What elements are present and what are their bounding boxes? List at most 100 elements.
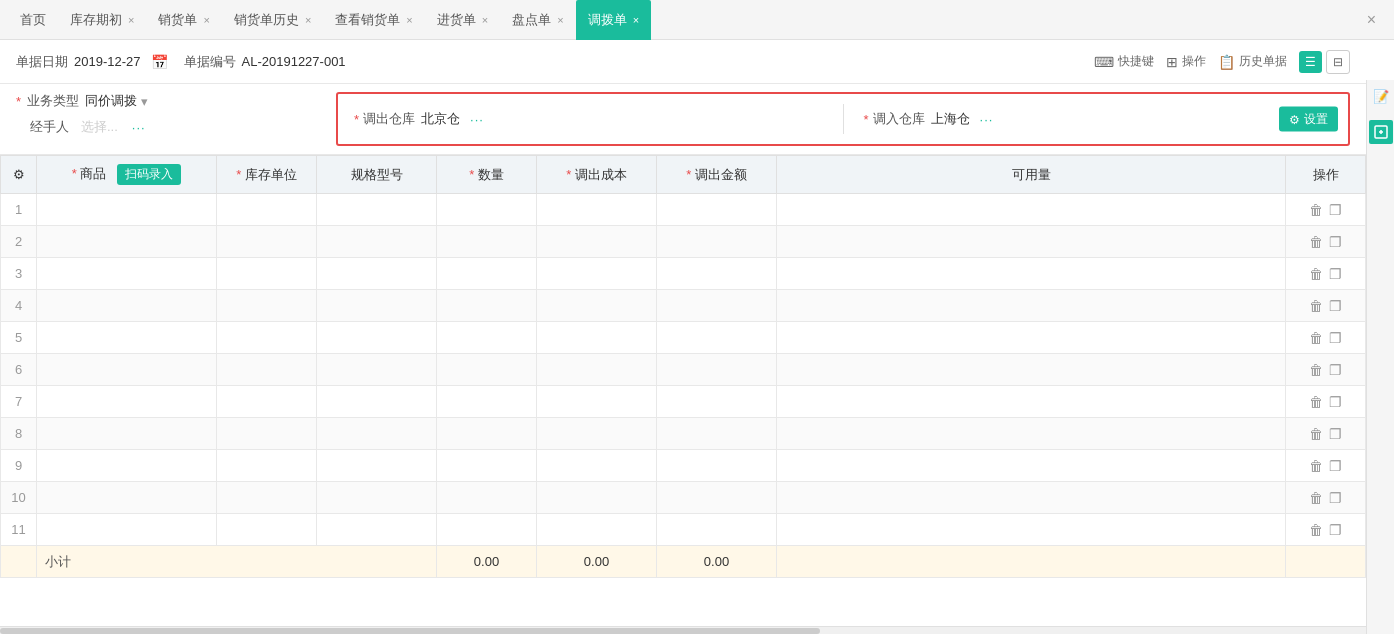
product-cell[interactable] — [37, 514, 217, 546]
product-cell[interactable] — [37, 386, 217, 418]
business-type-select[interactable]: 同价调拨 ▾ — [85, 92, 245, 110]
business-type-dropdown-icon[interactable]: ▾ — [141, 94, 148, 109]
delete-icon[interactable]: 🗑 — [1309, 458, 1323, 474]
delete-icon[interactable]: 🗑 — [1309, 362, 1323, 378]
horizontal-scrollbar[interactable] — [0, 626, 1366, 634]
form-setting-btn[interactable]: ⚙ 设置 — [1279, 107, 1338, 132]
tab-view-sales-close[interactable]: × — [406, 14, 412, 26]
grid-view-btn[interactable]: ⊟ — [1326, 50, 1350, 74]
tab-purchase-order[interactable]: 进货单 × — [425, 0, 500, 40]
spec-cell[interactable] — [317, 482, 437, 514]
amount-cell[interactable] — [657, 226, 777, 258]
spec-cell[interactable] — [317, 226, 437, 258]
cost-cell[interactable] — [537, 258, 657, 290]
copy-icon[interactable]: ❐ — [1329, 330, 1342, 346]
spec-cell[interactable] — [317, 258, 437, 290]
cost-cell[interactable] — [537, 354, 657, 386]
copy-icon[interactable]: ❐ — [1329, 490, 1342, 506]
copy-icon[interactable]: ❐ — [1329, 266, 1342, 282]
cost-cell[interactable] — [537, 322, 657, 354]
unit-cell[interactable] — [217, 514, 317, 546]
quantity-cell[interactable] — [437, 514, 537, 546]
spec-cell[interactable] — [317, 354, 437, 386]
product-cell[interactable] — [37, 322, 217, 354]
quantity-cell[interactable] — [437, 354, 537, 386]
spec-cell[interactable] — [317, 194, 437, 226]
amount-cell[interactable] — [657, 258, 777, 290]
history-btn[interactable]: 📋 历史单据 — [1218, 53, 1287, 70]
tab-transfer-close[interactable]: × — [633, 14, 639, 26]
quantity-cell[interactable] — [437, 258, 537, 290]
copy-icon[interactable]: ❐ — [1329, 202, 1342, 218]
tab-sales-order[interactable]: 销货单 × — [146, 0, 221, 40]
product-cell[interactable] — [37, 354, 217, 386]
unit-cell[interactable] — [217, 450, 317, 482]
copy-icon[interactable]: ❐ — [1329, 426, 1342, 442]
unit-cell[interactable] — [217, 322, 317, 354]
scrollbar-thumb[interactable] — [0, 628, 820, 634]
scan-entry-btn[interactable]: 扫码录入 — [117, 164, 181, 185]
amount-cell[interactable] — [657, 514, 777, 546]
col-gear[interactable]: ⚙ — [1, 156, 37, 194]
spec-cell[interactable] — [317, 514, 437, 546]
quantity-cell[interactable] — [437, 418, 537, 450]
product-cell[interactable] — [37, 290, 217, 322]
tab-sales-history-close[interactable]: × — [305, 14, 311, 26]
gear-icon[interactable]: ⚙ — [13, 167, 25, 182]
quantity-cell[interactable] — [437, 194, 537, 226]
delete-icon[interactable]: 🗑 — [1309, 234, 1323, 250]
delete-icon[interactable]: 🗑 — [1309, 298, 1323, 314]
cost-cell[interactable] — [537, 386, 657, 418]
copy-icon[interactable]: ❐ — [1329, 298, 1342, 314]
product-cell[interactable] — [37, 450, 217, 482]
amount-cell[interactable] — [657, 290, 777, 322]
unit-cell[interactable] — [217, 290, 317, 322]
delete-icon[interactable]: 🗑 — [1309, 522, 1323, 538]
product-cell[interactable] — [37, 258, 217, 290]
quantity-cell[interactable] — [437, 322, 537, 354]
unit-cell[interactable] — [217, 194, 317, 226]
quantity-cell[interactable] — [437, 226, 537, 258]
tab-close-all[interactable]: × — [1357, 11, 1386, 29]
quantity-cell[interactable] — [437, 450, 537, 482]
amount-cell[interactable] — [657, 322, 777, 354]
cost-cell[interactable] — [537, 482, 657, 514]
product-cell[interactable] — [37, 226, 217, 258]
unit-cell[interactable] — [217, 226, 317, 258]
amount-cell[interactable] — [657, 418, 777, 450]
transfer-out-more-btn[interactable]: ··· — [470, 112, 484, 127]
cost-cell[interactable] — [537, 194, 657, 226]
spec-cell[interactable] — [317, 418, 437, 450]
unit-cell[interactable] — [217, 258, 317, 290]
quantity-cell[interactable] — [437, 386, 537, 418]
amount-cell[interactable] — [657, 450, 777, 482]
tab-sales-order-close[interactable]: × — [203, 14, 209, 26]
handler-input[interactable]: 选择... — [81, 118, 118, 136]
shortcuts-btn[interactable]: ⌨ 快捷键 — [1094, 53, 1154, 70]
handler-more-btn[interactable]: ··· — [132, 120, 146, 135]
delete-icon[interactable]: 🗑 — [1309, 266, 1323, 282]
delete-icon[interactable]: 🗑 — [1309, 394, 1323, 410]
right-panel-expand-btn[interactable] — [1369, 120, 1393, 144]
tab-transfer[interactable]: 调拨单 × — [576, 0, 651, 40]
delete-icon[interactable]: 🗑 — [1309, 490, 1323, 506]
amount-cell[interactable] — [657, 482, 777, 514]
tab-view-sales[interactable]: 查看销货单 × — [323, 0, 424, 40]
delete-icon[interactable]: 🗑 — [1309, 426, 1323, 442]
unit-cell[interactable] — [217, 386, 317, 418]
cost-cell[interactable] — [537, 290, 657, 322]
tab-stocktake[interactable]: 盘点单 × — [500, 0, 575, 40]
spec-cell[interactable] — [317, 322, 437, 354]
amount-cell[interactable] — [657, 386, 777, 418]
unit-cell[interactable] — [217, 354, 317, 386]
delete-icon[interactable]: 🗑 — [1309, 202, 1323, 218]
spec-cell[interactable] — [317, 290, 437, 322]
cost-cell[interactable] — [537, 418, 657, 450]
cost-cell[interactable] — [537, 450, 657, 482]
product-cell[interactable] — [37, 418, 217, 450]
product-cell[interactable] — [37, 482, 217, 514]
copy-icon[interactable]: ❐ — [1329, 394, 1342, 410]
tab-inventory-init-close[interactable]: × — [128, 14, 134, 26]
spec-cell[interactable] — [317, 386, 437, 418]
operations-btn[interactable]: ⊞ 操作 — [1166, 53, 1206, 70]
